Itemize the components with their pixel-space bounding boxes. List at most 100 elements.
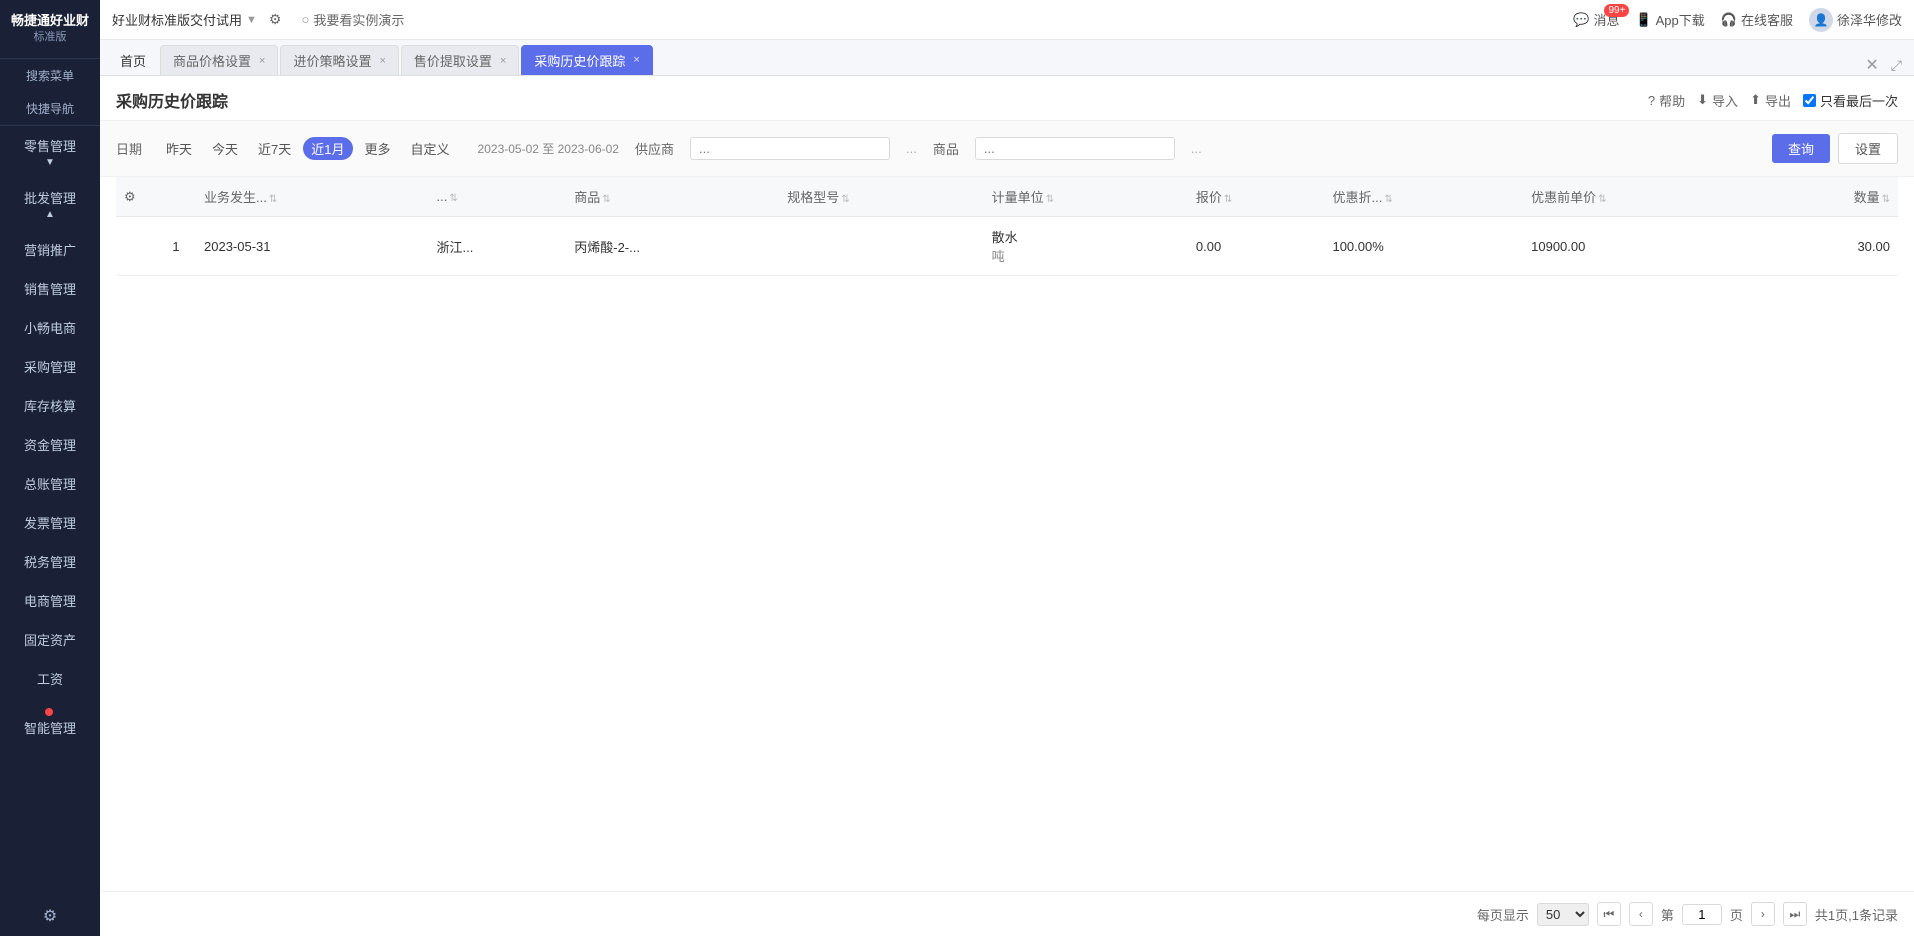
query-button[interactable]: 查询 [1772,134,1830,163]
user-menu[interactable]: 👤 徐泽华修改 [1809,8,1902,32]
page-last-btn[interactable]: ⏭ [1783,902,1807,926]
sidebar-item-smart[interactable]: 智能管理 [0,698,100,747]
td-price: 0.00 [1188,217,1325,276]
sidebar-item-search[interactable]: 搜索菜单 [0,59,100,92]
tab-home[interactable]: 首页 [108,45,158,75]
tabbar: 首页 商品价格设置 × 进价策略设置 × 售价提取设置 × 采购历史价跟踪 × … [100,40,1914,76]
tab-bar-expand-icon[interactable]: ⤢ [1887,57,1906,74]
tab-price-settings[interactable]: 商品价格设置 × [160,45,278,75]
download-icon: 📱 [1635,12,1651,28]
tabbar-right: ✕ ⤢ [1861,55,1906,75]
sidebar-item-invoice[interactable]: 发票管理 [0,503,100,542]
th-unit[interactable]: 计量单位⇅ [984,177,1188,217]
topbar-settings-icon[interactable]: ⚙ [265,7,286,32]
import-btn[interactable]: ⬇ 导入 [1697,91,1738,110]
topbar-right: 💬 消息 99+ 📱 App下载 🎧 在线客服 👤 徐泽华修改 [1573,8,1902,32]
date-btn-custom[interactable]: 自定义 [403,137,458,160]
sidebar-item-retail[interactable]: 零售管理 ▼ [0,126,100,178]
column-settings-icon[interactable]: ⚙ [124,189,136,204]
sidebar-item-sales[interactable]: 销售管理 [0,269,100,308]
chevron-icon: ▲ [45,209,55,220]
sidebar-bottom: ⚙ [0,896,100,936]
tab-purchase-close[interactable]: × [633,54,639,66]
supplier-input[interactable] [690,137,890,160]
messages-btn[interactable]: 💬 消息 99+ [1573,10,1619,29]
app-download-label: App下载 [1656,10,1705,29]
th-settings[interactable]: ⚙ [116,177,156,217]
tab-purchase-history[interactable]: 采购历史价跟踪 × [521,45,652,75]
online-service-btn[interactable]: 🎧 在线客服 [1721,10,1793,29]
th-spec[interactable]: 规格型号⇅ [779,177,983,217]
tab-sale-label: 售价提取设置 [414,51,492,70]
sidebar-item-finance[interactable]: 资金管理 [0,425,100,464]
help-btn[interactable]: ? 帮助 [1648,91,1685,110]
app-name: 畅捷通好业财 [8,12,92,30]
table-header-row: ⚙ 业务发生...⇅ ...⇅ 商品⇅ 规格型号⇅ 计量单位⇅ 报价⇅ 优惠折.… [116,177,1898,217]
sidebar-item-ecommerce[interactable]: 电商管理 [0,581,100,620]
product-input[interactable] [975,137,1175,160]
table-row: 1 2023-05-31 浙江... 丙烯酸-2-... 散水吨 0.00 10… [116,217,1898,276]
sidebar-item-marketing[interactable]: 营销推广 [0,230,100,269]
only-last-label: 只看最后一次 [1820,91,1898,110]
th-pre-discount[interactable]: 优惠前单价⇅ [1523,177,1761,217]
tab-home-label: 首页 [120,51,146,70]
only-last-checkbox[interactable] [1803,94,1816,107]
th-product[interactable]: 商品⇅ [566,177,779,217]
tab-cost-strategy[interactable]: 进价策略设置 × [280,45,398,75]
date-btn-7days[interactable]: 近7天 [250,137,299,160]
th-discount[interactable]: 优惠折...⇅ [1324,177,1523,217]
tab-sale-close[interactable]: × [500,55,506,67]
per-page-select[interactable]: 50 100 200 [1537,903,1589,926]
tab-sale-extract[interactable]: 售价提取设置 × [401,45,519,75]
page-first-btn[interactable]: ⏮ [1597,902,1621,926]
td-product: 丙烯酸-2-... [566,217,779,276]
sidebar-item-payroll[interactable]: 工资 [0,659,100,698]
only-last-checkbox-group: 只看最后一次 [1803,91,1898,110]
smart-dot [45,708,53,716]
sidebar-item-tax[interactable]: 税务管理 [0,542,100,581]
page-next-btn[interactable]: › [1751,902,1775,926]
sidebar-item-procurement[interactable]: 采购管理 [0,347,100,386]
demo-icon: ○ [301,12,309,27]
tab-bar-close-icon[interactable]: ✕ [1861,55,1882,75]
page-prev-btn[interactable]: ‹ [1629,902,1653,926]
sidebar-item-wholesale[interactable]: 批发管理 ▲ [0,178,100,230]
sidebar-item-ledger[interactable]: 总账管理 [0,464,100,503]
th-quantity[interactable]: 数量⇅ [1761,177,1898,217]
sidebar-item-quicknav[interactable]: 快捷导航 [0,92,100,126]
date-btn-1month[interactable]: 近1月 [303,137,352,160]
page-number-input[interactable] [1682,904,1722,925]
topbar: 好业财标准版交付试用 ▼ ⚙ ○ 我要看实例演示 💬 消息 99+ 📱 App下… [100,0,1914,40]
date-btn-today[interactable]: 今天 [204,137,246,160]
main-area: 好业财标准版交付试用 ▼ ⚙ ○ 我要看实例演示 💬 消息 99+ 📱 App下… [100,0,1914,936]
user-name: 徐泽华修改 [1837,10,1902,29]
settings-button[interactable]: 设置 [1838,133,1898,164]
sidebar-item-ecommerce-small[interactable]: 小畅电商 [0,308,100,347]
tab-cost-close[interactable]: × [379,55,385,67]
app-download-btn[interactable]: 📱 App下载 [1635,10,1704,29]
help-icon: ? [1648,93,1655,108]
product-more[interactable]: ... [1191,141,1202,156]
headset-icon: 🎧 [1721,12,1737,28]
supplier-more[interactable]: ... [906,141,917,156]
date-btn-yesterday[interactable]: 昨天 [158,137,200,160]
settings-icon[interactable]: ⚙ [4,906,96,926]
chevron-icon: ▼ [45,157,55,168]
th-more[interactable]: ...⇅ [429,177,567,217]
product-selector[interactable]: 好业财标准版交付试用 ▼ [112,10,257,29]
export-btn[interactable]: ⬆ 导出 [1750,91,1791,110]
page-actions: ? 帮助 ⬇ 导入 ⬆ 导出 只看最后一次 [1648,91,1898,110]
sort-icon: ⇅ [841,194,849,205]
demo-link[interactable]: ○ 我要看实例演示 [301,10,404,29]
avatar: 👤 [1809,8,1833,32]
tab-price-close[interactable]: × [259,55,265,67]
date-btn-more[interactable]: 更多 [357,137,399,160]
sidebar-item-fixed-assets[interactable]: 固定资产 [0,620,100,659]
th-price[interactable]: 报价⇅ [1188,177,1325,217]
sidebar-item-inventory[interactable]: 库存核算 [0,386,100,425]
page-header: 采购历史价跟踪 ? 帮助 ⬇ 导入 ⬆ 导出 只看最后一次 [100,76,1914,121]
th-date[interactable]: 业务发生...⇅ [196,177,429,217]
date-options: 昨天 今天 近7天 近1月 更多 自定义 [158,137,458,160]
filter-bar: 日期 昨天 今天 近7天 近1月 更多 自定义 2023-05-02 至 202… [100,121,1914,177]
td-unit: 散水吨 [984,217,1188,276]
